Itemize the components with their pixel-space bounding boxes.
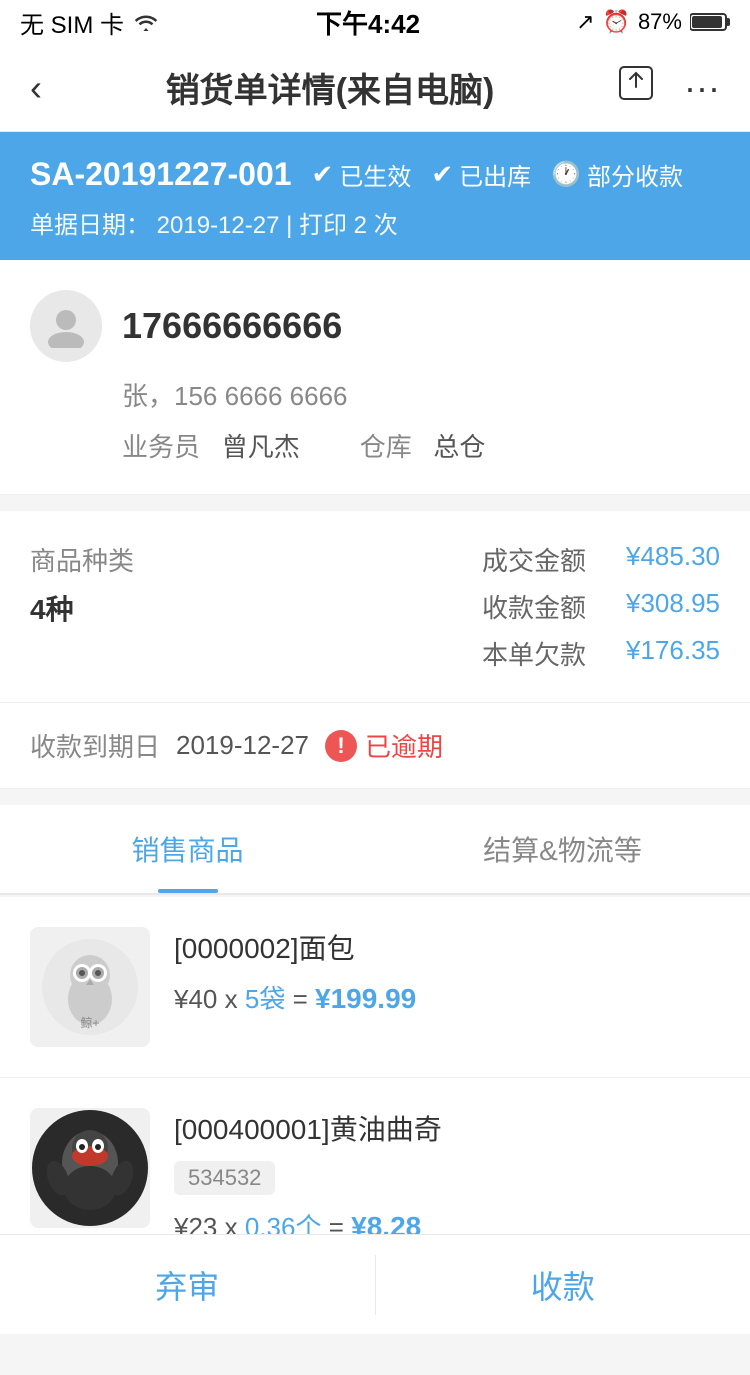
status-left: 无 SIM 卡 <box>20 5 160 40</box>
share-button[interactable] <box>618 65 654 110</box>
check-icon-1: ✔ <box>312 159 334 190</box>
customer-meta: 业务员 曾凡杰 仓库 总仓 <box>30 427 720 464</box>
product-info-1: [0000002]面包 ¥40 x 5袋 = ¥199.99 <box>174 927 720 1016</box>
svg-text:鲸+: 鲸+ <box>80 1015 99 1030</box>
owl-icon: 鲸+ <box>40 937 140 1037</box>
overdue-text: 已逾期 <box>365 727 443 764</box>
stat-row-amount: 成交金额 ¥485.30 <box>482 541 720 578</box>
product-name-2: [000400001]黄油曲奇 <box>174 1108 720 1148</box>
battery-text: 87% <box>638 9 682 35</box>
total-1: ¥199.99 <box>315 983 416 1014</box>
debt-label: 本单欠款 <box>482 635 586 672</box>
nav-actions: ··· <box>618 65 720 110</box>
status-active: ✔ 已生效 <box>312 157 412 192</box>
amount-label: 成交金额 <box>482 541 586 578</box>
qty-1: 5袋 <box>245 984 293 1014</box>
list-item: 鲸+ [0000002]面包 ¥40 x 5袋 = ¥199.99 <box>0 897 750 1078</box>
back-button[interactable]: ‹ <box>30 67 42 109</box>
banner-status-row: SA-20191227-001 ✔ 已生效 ✔ 已出库 🕐 部分收款 <box>30 156 720 193</box>
nav-bar: ‹ 销货单详情(来自电脑) ··· <box>0 44 750 132</box>
received-value: ¥308.95 <box>626 588 720 625</box>
equals-1: = <box>293 984 315 1014</box>
customer-top-row: 17666666666 <box>30 290 720 362</box>
status-time: 下午4:42 <box>316 4 420 41</box>
products-section: 鲸+ [0000002]面包 ¥40 x 5袋 = ¥199.99 <box>0 897 750 1275</box>
tab-underline <box>158 889 218 893</box>
product-thumbnail-1: 鲸+ <box>30 927 150 1047</box>
order-header-banner: SA-20191227-001 ✔ 已生效 ✔ 已出库 🕐 部分收款 单据日期：… <box>0 132 750 260</box>
stats-section: 商品种类 4种 成交金额 ¥485.30 收款金额 ¥308.95 本单欠款 ¥… <box>0 511 750 703</box>
tab-products-label: 销售商品 <box>131 829 243 869</box>
product-sku-2: 534532 <box>174 1160 720 1195</box>
tab-products[interactable]: 销售商品 <box>0 805 375 893</box>
product-kinds-value: 4种 <box>30 588 134 628</box>
confirm-payment-button[interactable]: 收款 <box>376 1235 750 1334</box>
bottom-bar: 弃审 收款 <box>0 1234 750 1334</box>
product-price-1: ¥40 x 5袋 = ¥199.99 <box>174 979 720 1016</box>
due-date-value: 2019-12-27 <box>176 730 309 761</box>
amount-stats: 成交金额 ¥485.30 收款金额 ¥308.95 本单欠款 ¥176.35 <box>482 541 720 672</box>
status-partial: 🕐 部分收款 <box>551 157 683 192</box>
customer-phone: 17666666666 <box>122 305 342 347</box>
banner-date-row: 单据日期： 2019-12-27 | 打印 2 次 <box>30 205 720 240</box>
stat-row-received: 收款金额 ¥308.95 <box>482 588 720 625</box>
wifi-icon <box>132 12 160 32</box>
product-logo-icon <box>30 1108 150 1228</box>
overdue-warning-icon: ! <box>325 730 357 762</box>
customer-name-phone: 张，156 6666 6666 <box>30 376 720 413</box>
price-base-1: ¥40 <box>174 984 217 1014</box>
status-bar: 无 SIM 卡 下午4:42 ↗ ⏰ 87% <box>0 0 750 44</box>
divider-1 <box>0 495 750 511</box>
product-kinds-label: 商品种类 <box>30 541 134 578</box>
product-thumbnail-2 <box>30 1108 150 1228</box>
status-shipped: ✔ 已出库 <box>431 157 531 192</box>
due-date-label: 收款到期日 <box>30 727 160 764</box>
cancel-button[interactable]: 弃审 <box>0 1235 375 1334</box>
customer-section: 17666666666 张，156 6666 6666 业务员 曾凡杰 仓库 总… <box>0 260 750 495</box>
debt-value: ¥176.35 <box>626 635 720 672</box>
tabs-section: 销售商品 结算&物流等 <box>0 805 750 895</box>
received-label: 收款金额 <box>482 588 586 625</box>
amount-value: ¥485.30 <box>626 541 720 578</box>
warehouse-label: 仓库 总仓 <box>360 427 486 464</box>
signal-text: 无 SIM 卡 <box>20 5 124 40</box>
product-kinds: 商品种类 4种 <box>30 541 134 628</box>
product-name-1: [0000002]面包 <box>174 927 720 967</box>
alarm-icon: ⏰ <box>603 9 630 35</box>
multiply-1: x <box>225 984 245 1014</box>
battery-icon <box>690 12 730 32</box>
staff-label: 业务员 曾凡杰 <box>122 427 300 464</box>
clock-icon: 🕐 <box>551 160 581 189</box>
tab-logistics-label: 结算&物流等 <box>483 829 642 869</box>
overdue-badge: ! 已逾期 <box>325 727 443 764</box>
check-icon-2: ✔ <box>431 159 453 190</box>
tab-logistics[interactable]: 结算&物流等 <box>375 805 750 893</box>
product-info-2: [000400001]黄油曲奇 534532 ¥23 x 0.36个 = ¥8.… <box>174 1108 720 1244</box>
more-button[interactable]: ··· <box>684 67 720 109</box>
page-title: 销货单详情(来自电脑) <box>166 63 495 112</box>
location-icon: ↗ <box>576 9 594 35</box>
order-id: SA-20191227-001 <box>30 156 292 193</box>
status-right: ↗ ⏰ 87% <box>576 9 730 35</box>
due-date-section: 收款到期日 2019-12-27 ! 已逾期 <box>0 703 750 789</box>
avatar <box>30 290 102 362</box>
stat-row-debt: 本单欠款 ¥176.35 <box>482 635 720 672</box>
